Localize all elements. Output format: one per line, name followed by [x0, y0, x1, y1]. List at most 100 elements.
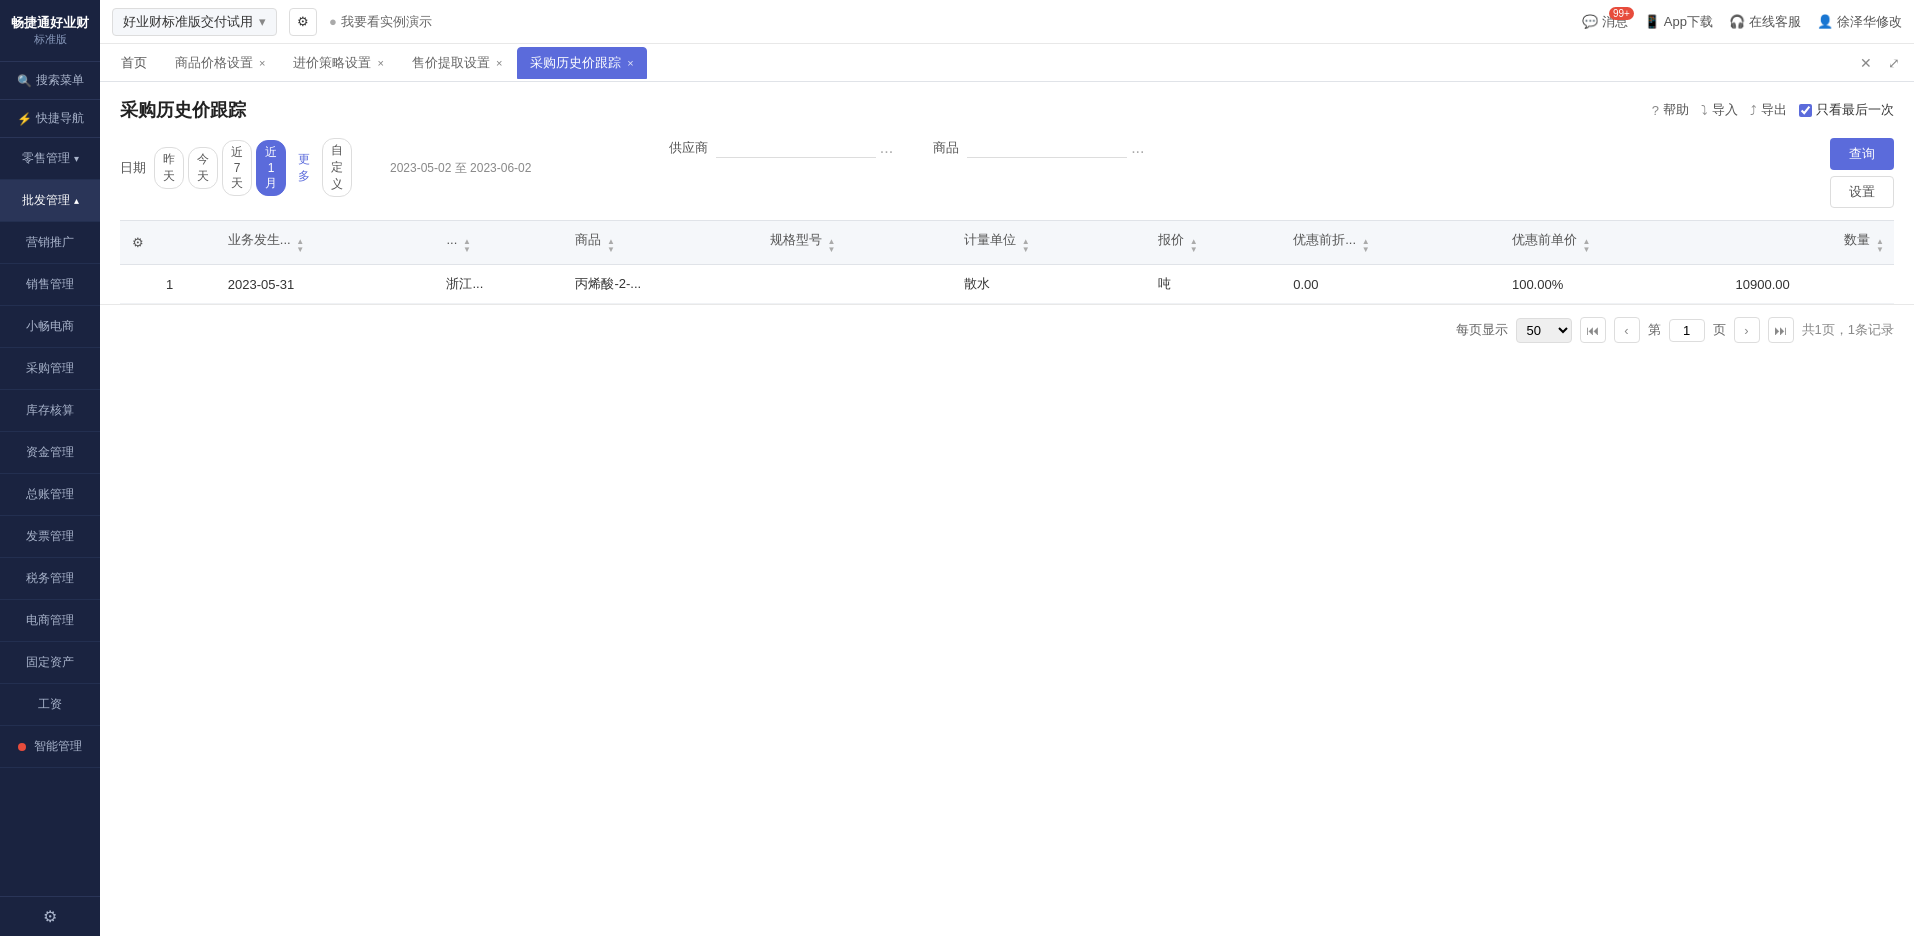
sidebar-item-search[interactable]: 🔍 搜索菜单 — [0, 62, 100, 100]
page-number-input[interactable] — [1669, 319, 1705, 342]
sidebar-item-ai[interactable]: 智能管理 — [0, 726, 100, 768]
supplier-ellipsis-button[interactable]: ... — [880, 139, 893, 157]
sidebar-item-retail[interactable]: 零售管理 ▾ — [0, 138, 100, 180]
sidebar-item-quicknav[interactable]: ⚡ 快捷导航 — [0, 100, 100, 138]
th-date[interactable]: 业务发生... ▲▼ — [218, 221, 437, 265]
help-icon: ? — [1652, 103, 1659, 118]
sidebar-item-tax[interactable]: 税务管理 — [0, 558, 100, 600]
goods-filter-label: 商品 — [933, 139, 959, 157]
th-quantity[interactable]: 数量 ▲▼ — [1726, 221, 1895, 265]
only-last-checkbox[interactable] — [1799, 104, 1812, 117]
sort-icon[interactable]: ▲▼ — [1876, 238, 1884, 254]
online-service-button[interactable]: 🎧 在线客服 — [1729, 13, 1801, 31]
tab-price-settings[interactable]: 商品价格设置 × — [162, 47, 278, 79]
th-goods[interactable]: 商品 ▲▼ — [565, 221, 760, 265]
export-button[interactable]: ⤴ 导出 — [1750, 101, 1787, 119]
th-unit-label: 计量单位 — [964, 232, 1016, 247]
sidebar-item-ecommerce-small[interactable]: 小畅电商 — [0, 306, 100, 348]
sidebar-item-sales[interactable]: 销售管理 — [0, 264, 100, 306]
per-page-label: 每页显示 — [1456, 321, 1508, 339]
close-icon[interactable]: × — [377, 57, 383, 69]
column-settings-icon[interactable]: ⚙ — [132, 235, 144, 250]
date-btn-1month[interactable]: 近1月 — [256, 140, 286, 196]
user-profile-button[interactable]: 👤 徐泽华修改 — [1817, 13, 1902, 31]
sort-icon[interactable]: ▲▼ — [607, 238, 615, 254]
date-btn-custom[interactable]: 自定义 — [322, 138, 352, 197]
mobile-icon: 📱 — [1644, 14, 1660, 29]
messages-button[interactable]: 💬 消息 99+ — [1582, 13, 1628, 31]
date-btn-more[interactable]: 更多 — [290, 148, 318, 188]
tab-home[interactable]: 首页 — [108, 47, 160, 79]
sort-icon[interactable]: ▲▼ — [1583, 238, 1591, 254]
sidebar-payroll-label: 工资 — [38, 696, 62, 713]
sidebar-item-inventory[interactable]: 库存核算 — [0, 390, 100, 432]
page-prev-button[interactable]: ‹ — [1614, 317, 1640, 343]
tab-price-extract[interactable]: 售价提取设置 × — [399, 47, 515, 79]
sidebar-item-invoice[interactable]: 发票管理 — [0, 516, 100, 558]
supplier-input[interactable] — [716, 138, 876, 158]
filter-bar: 日期 昨天 今天 近7天 近1月 更多 自定义 2023-05-02 至 202… — [100, 130, 1914, 220]
th-spec-label: 规格型号 — [770, 232, 822, 247]
quicknav-icon: ⚡ — [17, 112, 32, 126]
sidebar-item-wholesale[interactable]: 批发管理 ▴ — [0, 180, 100, 222]
app-download-label: App下载 — [1664, 13, 1713, 31]
only-last-label: 只看最后一次 — [1816, 101, 1894, 119]
th-discount-label: 优惠前折... — [1293, 232, 1356, 247]
date-btn-yesterday[interactable]: 昨天 — [154, 147, 184, 189]
query-button[interactable]: 查询 — [1830, 138, 1894, 170]
close-icon[interactable]: × — [627, 57, 633, 69]
tab-close-button[interactable]: ✕ — [1854, 51, 1878, 75]
product-name: 好业财标准版交付试用 — [123, 13, 253, 31]
tab-home-label: 首页 — [121, 54, 147, 72]
tab-purchase-history[interactable]: 采购历史价跟踪 × — [517, 47, 646, 79]
app-download-button[interactable]: 📱 App下载 — [1644, 13, 1713, 31]
settings-icon[interactable]: ⚙ — [43, 908, 57, 925]
play-icon: ● — [329, 14, 337, 29]
close-icon[interactable]: × — [496, 57, 502, 69]
page-first-button[interactable]: ⏮ — [1580, 317, 1606, 343]
sort-icon[interactable]: ▲▼ — [296, 238, 304, 254]
only-last-checkbox-label[interactable]: 只看最后一次 — [1799, 101, 1894, 119]
th-quantity-label: 数量 — [1844, 232, 1870, 247]
sort-icon[interactable]: ▲▼ — [1362, 238, 1370, 254]
sidebar-item-ecommerce[interactable]: 电商管理 — [0, 600, 100, 642]
demo-button[interactable]: ● 我要看实例演示 — [329, 13, 432, 31]
close-icon[interactable]: × — [259, 57, 265, 69]
topbar-settings-button[interactable]: ⚙ — [289, 8, 317, 36]
filter-settings-button[interactable]: 设置 — [1830, 176, 1894, 208]
th-discount[interactable]: 优惠前折... ▲▼ — [1283, 221, 1502, 265]
sidebar-item-purchase[interactable]: 采购管理 — [0, 348, 100, 390]
td-discount: 100.00% — [1502, 265, 1726, 304]
sidebar-item-assets[interactable]: 固定资产 — [0, 642, 100, 684]
td-goods: 丙烯酸-2-... — [565, 265, 760, 304]
date-btn-today[interactable]: 今天 — [188, 147, 218, 189]
th-unit[interactable]: 计量单位 ▲▼ — [954, 221, 1148, 265]
page-last-button[interactable]: ⏭ — [1768, 317, 1794, 343]
th-before-price[interactable]: 优惠前单价 ▲▼ — [1502, 221, 1726, 265]
th-spec[interactable]: 规格型号 ▲▼ — [760, 221, 954, 265]
page-next-button[interactable]: › — [1734, 317, 1760, 343]
sidebar-item-payroll[interactable]: 工资 — [0, 684, 100, 726]
help-button[interactable]: ? 帮助 — [1652, 101, 1689, 119]
th-extra[interactable]: ... ▲▼ — [436, 221, 565, 265]
goods-input[interactable] — [967, 138, 1127, 158]
sidebar-item-marketing[interactable]: 营销推广 — [0, 222, 100, 264]
sidebar-item-ledger[interactable]: 总账管理 — [0, 474, 100, 516]
sort-icon[interactable]: ▲▼ — [463, 238, 471, 254]
sidebar-item-finance[interactable]: 资金管理 — [0, 432, 100, 474]
avatar-icon: 👤 — [1817, 14, 1833, 29]
import-button[interactable]: ⤵ 导入 — [1701, 101, 1738, 119]
sort-icon[interactable]: ▲▼ — [1190, 238, 1198, 254]
goods-ellipsis-button[interactable]: ... — [1131, 139, 1144, 157]
sort-icon[interactable]: ▲▼ — [1022, 238, 1030, 254]
sidebar-invoice-label: 发票管理 — [26, 528, 74, 545]
th-price[interactable]: 报价 ▲▼ — [1148, 221, 1283, 265]
product-selector[interactable]: 好业财标准版交付试用 ▾ — [112, 8, 277, 36]
data-table: ⚙ 业务发生... ▲▼ ... ▲▼ 商品 — [120, 220, 1894, 304]
goods-filter-group: 商品 ... — [933, 138, 1144, 158]
sort-icon[interactable]: ▲▼ — [828, 238, 836, 254]
per-page-select[interactable]: 20 50 100 — [1516, 318, 1572, 343]
date-btn-7days[interactable]: 近7天 — [222, 140, 252, 196]
tab-purchase-strategy[interactable]: 进价策略设置 × — [280, 47, 396, 79]
tab-expand-button[interactable]: ⤢ — [1882, 51, 1906, 75]
